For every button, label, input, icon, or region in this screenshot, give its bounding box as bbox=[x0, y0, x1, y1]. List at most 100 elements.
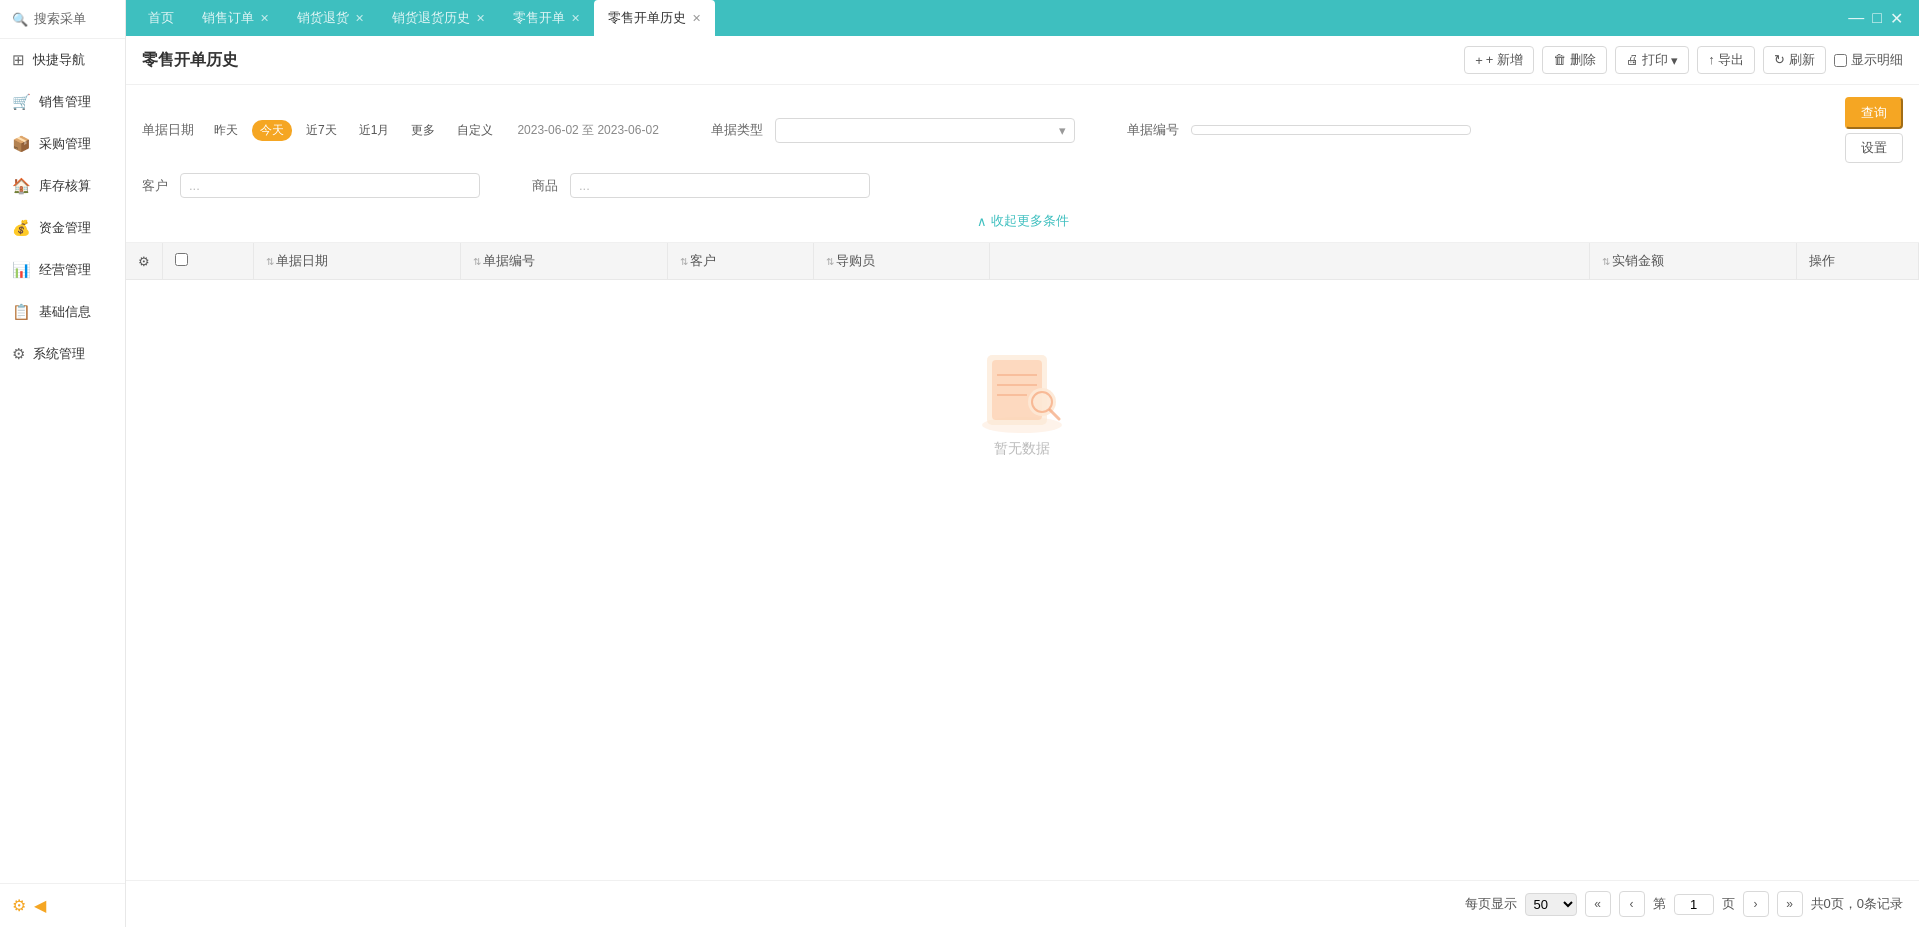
setting-button[interactable]: 设置 bbox=[1845, 133, 1903, 163]
tab-home[interactable]: 首页 bbox=[134, 0, 188, 36]
sidebar-item-finance[interactable]: 💰 资金管理 bbox=[0, 207, 125, 249]
tab-retail-open-history-label: 零售开单历史 bbox=[608, 9, 686, 27]
number-input[interactable] bbox=[1191, 125, 1471, 135]
th-amount[interactable]: ⇅实销金额 bbox=[1590, 243, 1797, 280]
date-more-btn[interactable]: 更多 bbox=[403, 120, 443, 141]
search-icon: 🔍 bbox=[12, 12, 28, 27]
sidebar-item-label: 采购管理 bbox=[39, 135, 91, 153]
display-detail-checkbox[interactable]: 显示明细 bbox=[1834, 51, 1903, 69]
th-date[interactable]: ⇅单据日期 bbox=[253, 243, 460, 280]
pagination: 每页显示 50 10 20 100 « ‹ 第 页 › » 共0页，0条记录 bbox=[126, 880, 1919, 927]
next-page-btn[interactable]: › bbox=[1743, 891, 1769, 917]
refresh-button[interactable]: ↻ 刷新 bbox=[1763, 46, 1826, 74]
empty-text: 暂无数据 bbox=[994, 440, 1050, 458]
type-select-arrow: ▾ bbox=[1059, 123, 1066, 138]
date-today-btn[interactable]: 今天 bbox=[252, 120, 292, 141]
sidebar-item-label: 经营管理 bbox=[39, 261, 91, 279]
display-detail-label: 显示明细 bbox=[1851, 51, 1903, 69]
customer-input[interactable]: ... bbox=[180, 173, 480, 198]
page-suffix: 页 bbox=[1722, 895, 1735, 913]
collapse-row: ∧ 收起更多条件 bbox=[142, 208, 1903, 234]
page-content: 零售开单历史 + + 新增 🗑 删除 🖨 打印 ▾ ↑ 导出 ↻ 刷新 bbox=[126, 36, 1919, 927]
page-header: 零售开单历史 + + 新增 🗑 删除 🖨 打印 ▾ ↑ 导出 ↻ 刷新 bbox=[126, 36, 1919, 85]
sidebar-item-base-info[interactable]: 📋 基础信息 bbox=[0, 291, 125, 333]
export-label: ↑ 导出 bbox=[1708, 51, 1744, 69]
tab-retail-open-close[interactable]: ✕ bbox=[571, 12, 580, 25]
sidebar-item-purchase-mgmt[interactable]: 📦 采购管理 bbox=[0, 123, 125, 165]
sys-mgmt-icon: ⚙ bbox=[12, 345, 25, 363]
add-label: + 新增 bbox=[1486, 51, 1523, 69]
per-page-select[interactable]: 50 10 20 100 bbox=[1525, 893, 1577, 916]
type-select[interactable]: ▾ bbox=[775, 118, 1075, 143]
collapse-filter-btn[interactable]: ∧ 收起更多条件 bbox=[977, 208, 1069, 234]
customer-input-dots: ... bbox=[189, 178, 200, 193]
tab-sales-return-label: 销货退货 bbox=[297, 9, 349, 27]
tab-retail-open-label: 零售开单 bbox=[513, 9, 565, 27]
tab-bar: 首页 销售订单 ✕ 销货退货 ✕ 销货退货历史 ✕ 零售开单 ✕ 零售开单历史 … bbox=[126, 0, 1919, 36]
tab-sales-return-history-close[interactable]: ✕ bbox=[476, 12, 485, 25]
th-number[interactable]: ⇅单据编号 bbox=[460, 243, 667, 280]
sidebar-item-sys-mgmt[interactable]: ⚙ 系统管理 bbox=[0, 333, 125, 375]
sidebar-item-quick-nav[interactable]: ⊞ 快捷导航 bbox=[0, 39, 125, 81]
customer-filter-label: 客户 bbox=[142, 177, 168, 195]
select-all-checkbox[interactable] bbox=[175, 253, 188, 266]
window-close-btn[interactable]: ✕ bbox=[1890, 9, 1903, 28]
tab-bar-actions: — □ ✕ bbox=[1848, 9, 1911, 28]
window-maximize-btn[interactable]: □ bbox=[1872, 9, 1882, 27]
print-button[interactable]: 🖨 打印 ▾ bbox=[1615, 46, 1690, 74]
sales-mgmt-icon: 🛒 bbox=[12, 93, 31, 111]
first-page-btn[interactable]: « bbox=[1585, 891, 1611, 917]
empty-row: 暂无数据 bbox=[126, 280, 1919, 519]
refresh-label: ↻ 刷新 bbox=[1774, 51, 1815, 69]
th-checkbox[interactable] bbox=[163, 243, 254, 280]
th-customer[interactable]: ⇅客户 bbox=[668, 243, 813, 280]
prev-page-btn[interactable]: ‹ bbox=[1619, 891, 1645, 917]
add-icon: + bbox=[1475, 53, 1483, 68]
filter-row-1: 单据日期 昨天 今天 近7天 近1月 更多 自定义 2023-06-02 至 2… bbox=[142, 97, 1903, 163]
purchase-icon: 📦 bbox=[12, 135, 31, 153]
date-7days-btn[interactable]: 近7天 bbox=[298, 120, 345, 141]
sidebar: 🔍 搜索采单 ⊞ 快捷导航 🛒 销售管理 📦 采购管理 🏠 库存核算 💰 资金管… bbox=[0, 0, 126, 927]
delete-button[interactable]: 🗑 删除 bbox=[1542, 46, 1607, 74]
number-filter-label: 单据编号 bbox=[1127, 121, 1179, 139]
tab-retail-open[interactable]: 零售开单 ✕ bbox=[499, 0, 594, 36]
sidebar-search[interactable]: 🔍 搜索采单 bbox=[0, 0, 125, 39]
print-dropdown-icon: ▾ bbox=[1671, 53, 1678, 68]
goods-filter-label: 商品 bbox=[532, 177, 558, 195]
tab-retail-open-history-close[interactable]: ✕ bbox=[692, 12, 701, 25]
tab-sales-return-history[interactable]: 销货退货历史 ✕ bbox=[378, 0, 499, 36]
page-number-input[interactable] bbox=[1674, 894, 1714, 915]
sidebar-bottom: ⚙ ◀ bbox=[0, 883, 125, 927]
settings-icon-btn[interactable]: ⚙ bbox=[12, 896, 26, 915]
add-button[interactable]: + + 新增 bbox=[1464, 46, 1534, 74]
tab-retail-open-history[interactable]: 零售开单历史 ✕ bbox=[594, 0, 715, 36]
tab-sales-order[interactable]: 销售订单 ✕ bbox=[188, 0, 283, 36]
goods-input[interactable]: ... bbox=[570, 173, 870, 198]
tab-home-label: 首页 bbox=[148, 9, 174, 27]
sidebar-item-label: 库存核算 bbox=[39, 177, 91, 195]
date-1month-btn[interactable]: 近1月 bbox=[351, 120, 398, 141]
tab-sales-return[interactable]: 销货退货 ✕ bbox=[283, 0, 378, 36]
window-minimize-btn[interactable]: — bbox=[1848, 9, 1864, 27]
query-button[interactable]: 查询 bbox=[1845, 97, 1903, 129]
sidebar-item-sales-mgmt[interactable]: 🛒 销售管理 bbox=[0, 81, 125, 123]
sidebar-item-inventory[interactable]: 🏠 库存核算 bbox=[0, 165, 125, 207]
tab-sales-order-close[interactable]: ✕ bbox=[260, 12, 269, 25]
display-detail-input[interactable] bbox=[1834, 54, 1847, 67]
date-yesterday-btn[interactable]: 昨天 bbox=[206, 120, 246, 141]
tab-sales-return-close[interactable]: ✕ bbox=[355, 12, 364, 25]
collapse-sidebar-btn[interactable]: ◀ bbox=[34, 896, 46, 915]
filter-row-2: 客户 ... 商品 ... bbox=[142, 173, 1903, 198]
data-table: ⚙ ⇅单据日期 ⇅单据编号 ⇅客户 ⇅导购员 ⇅实销金额 操作 bbox=[126, 243, 1919, 518]
export-button[interactable]: ↑ 导出 bbox=[1697, 46, 1755, 74]
th-settings[interactable]: ⚙ bbox=[126, 243, 163, 280]
finance-icon: 💰 bbox=[12, 219, 31, 237]
total-info: 共0页，0条记录 bbox=[1811, 895, 1903, 913]
sidebar-item-operation[interactable]: 📊 经营管理 bbox=[0, 249, 125, 291]
th-guide-label: 导购员 bbox=[836, 253, 875, 268]
last-page-btn[interactable]: » bbox=[1777, 891, 1803, 917]
th-action-label: 操作 bbox=[1809, 253, 1835, 268]
date-custom-btn[interactable]: 自定义 bbox=[449, 120, 501, 141]
th-guide[interactable]: ⇅导购员 bbox=[813, 243, 989, 280]
page-label: 第 bbox=[1653, 895, 1666, 913]
